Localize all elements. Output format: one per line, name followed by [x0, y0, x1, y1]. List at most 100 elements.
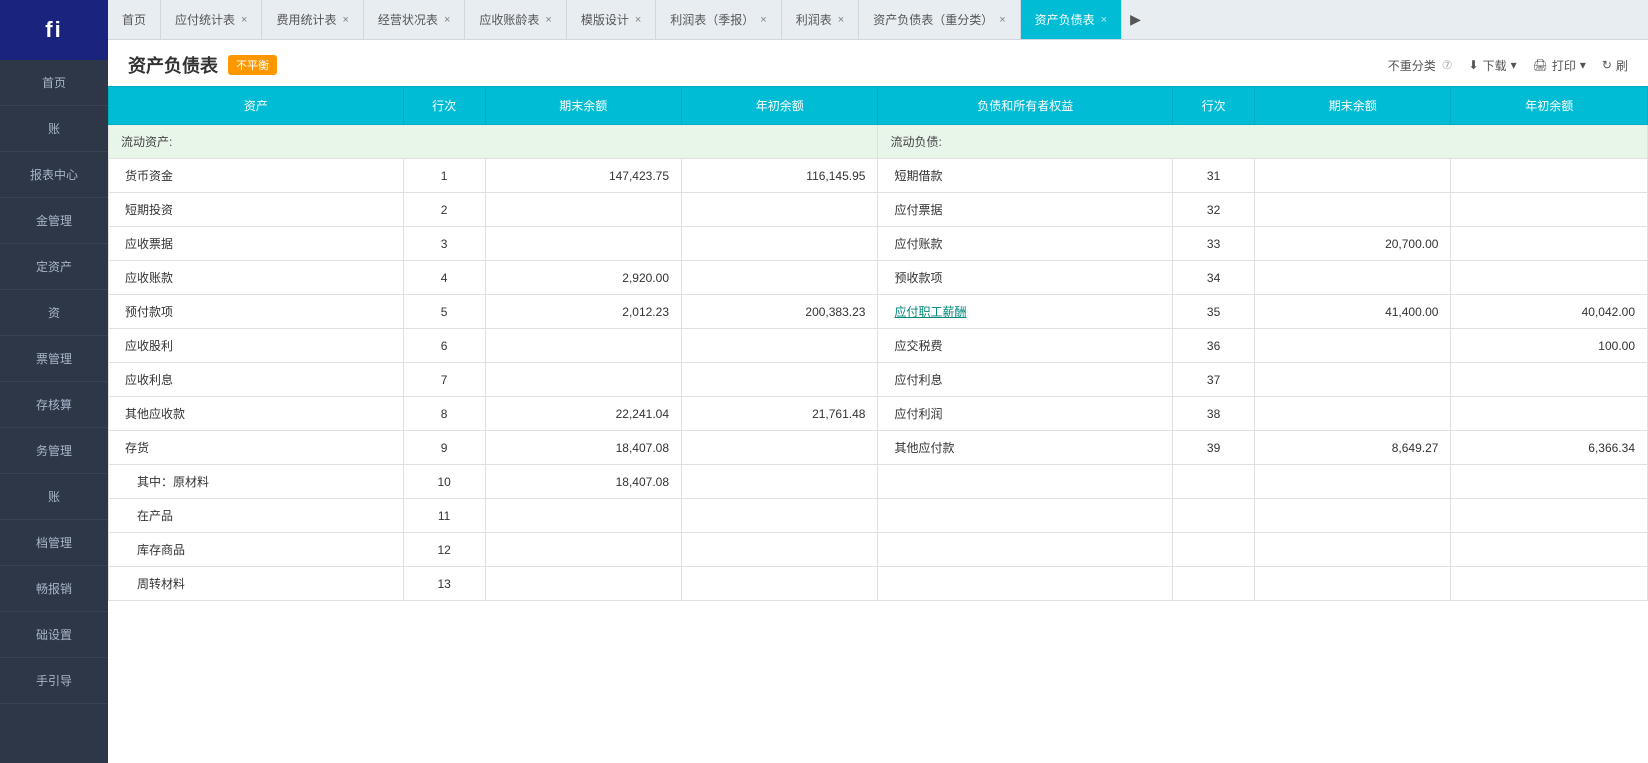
tab-payable[interactable]: 应付统计表 ×: [161, 0, 262, 40]
tab-template[interactable]: 模版设计 ×: [567, 0, 656, 40]
asset-name[interactable]: 其他应收款: [109, 397, 404, 431]
help-icon[interactable]: ⑦: [1442, 58, 1453, 72]
refresh-label: 刷: [1616, 57, 1628, 74]
sidebar-item-basic[interactable]: 础设置: [0, 612, 108, 658]
asset-name: 周转材料: [109, 567, 404, 601]
asset-end-balance: [485, 499, 681, 533]
liability-row-num: 32: [1173, 193, 1255, 227]
liability-name: 短期借款: [878, 159, 1173, 193]
sidebar-item-home[interactable]: 首页: [0, 60, 108, 106]
table-row: 应收股利 6 应交税费 36 100.00: [109, 329, 1648, 363]
tab-home[interactable]: 首页: [108, 0, 161, 40]
sidebar-item-account[interactable]: 账: [0, 106, 108, 152]
unbalanced-badge: 不平衡: [228, 55, 277, 75]
asset-start-balance: 21,761.48: [682, 397, 878, 431]
tab-receivable-age[interactable]: 应收账龄表 ×: [465, 0, 566, 40]
tab-close-expense[interactable]: ×: [342, 14, 348, 26]
header-end-balance2: 期末余额: [1255, 87, 1451, 125]
table-row: 货币资金 1 147,423.75 116,145.95 短期借款 31: [109, 159, 1648, 193]
asset-start-balance: [682, 431, 878, 465]
asset-name[interactable]: 其中：原材料: [109, 465, 404, 499]
asset-name[interactable]: 货币资金: [109, 159, 404, 193]
asset-name: 库存商品: [109, 533, 404, 567]
section-liability-label: 流动负债:: [878, 125, 1648, 159]
balance-sheet-table: 资产 行次 期末余额 年初余额 负债和所有者权益 行次 期末余额 年初余额 流动…: [108, 86, 1648, 601]
liability-name: [878, 533, 1173, 567]
page-title: 资产负债表: [128, 52, 218, 78]
liability-name: 应付利润: [878, 397, 1173, 431]
liability-name[interactable]: 应付职工薪酬: [878, 295, 1173, 329]
liability-row-num: 36: [1173, 329, 1255, 363]
liability-start-balance: 100.00: [1451, 329, 1648, 363]
asset-name[interactable]: 应收账款: [109, 261, 404, 295]
sidebar-item-tax[interactable]: 务管理: [0, 428, 108, 474]
tab-expense[interactable]: 费用统计表 ×: [262, 0, 363, 40]
asset-row-num: 10: [403, 465, 485, 499]
liability-start-balance: 6,366.34: [1451, 431, 1648, 465]
asset-name[interactable]: 预付款项: [109, 295, 404, 329]
asset-start-balance: 200,383.23: [682, 295, 878, 329]
liability-start-balance: 40,042.00: [1451, 295, 1648, 329]
sidebar-item-invest[interactable]: 资: [0, 290, 108, 336]
tab-scroll-arrow[interactable]: ▶: [1122, 0, 1149, 40]
page-header: 资产负债表 不平衡 不重分类 ⑦ ⬇ 下载 ▾ 🖨 打印 ▾: [108, 40, 1648, 86]
tab-operation[interactable]: 经营状况表 ×: [364, 0, 465, 40]
table-row: 应收利息 7 应付利息 37: [109, 363, 1648, 397]
content-area: 资产负债表 不平衡 不重分类 ⑦ ⬇ 下载 ▾ 🖨 打印 ▾: [108, 40, 1648, 763]
tab-balance-reclassify[interactable]: 资产负债表（重分类） ×: [859, 0, 1020, 40]
liability-start-balance: [1451, 159, 1648, 193]
table-row: 周转材料 13: [109, 567, 1648, 601]
tab-close-balance[interactable]: ×: [1101, 14, 1107, 26]
sidebar-item-doc[interactable]: 档管理: [0, 520, 108, 566]
asset-row-num: 13: [403, 567, 485, 601]
asset-row-num: 7: [403, 363, 485, 397]
asset-name[interactable]: 存货: [109, 431, 404, 465]
tab-close-profit-q[interactable]: ×: [760, 14, 766, 26]
liability-start-balance: [1451, 465, 1648, 499]
asset-start-balance: [682, 329, 878, 363]
asset-row-num: 5: [403, 295, 485, 329]
app-logo: fi: [0, 0, 108, 60]
sidebar-item-inventory[interactable]: 存核算: [0, 382, 108, 428]
asset-end-balance: 2,920.00: [485, 261, 681, 295]
liability-name: 应付账款: [878, 227, 1173, 261]
tab-close-profit[interactable]: ×: [838, 14, 844, 26]
refresh-button[interactable]: ↻ 刷: [1602, 57, 1628, 74]
asset-name: 应收利息: [109, 363, 404, 397]
asset-end-balance: [485, 193, 681, 227]
liability-name: 应付利息: [878, 363, 1173, 397]
tab-close-operation[interactable]: ×: [444, 14, 450, 26]
sidebar-item-guide[interactable]: 手引导: [0, 658, 108, 704]
liability-name: 其他应付款: [878, 431, 1173, 465]
liability-row-num: [1173, 567, 1255, 601]
asset-start-balance: [682, 533, 878, 567]
category-label: 不重分类: [1388, 57, 1436, 74]
tab-close-receivable-age[interactable]: ×: [545, 14, 551, 26]
liability-end-balance: [1255, 533, 1451, 567]
liability-start-balance: [1451, 227, 1648, 261]
asset-start-balance: [682, 465, 878, 499]
asset-end-balance: 18,407.08: [485, 465, 681, 499]
header-row-num: 行次: [403, 87, 485, 125]
sidebar-item-fixed-assets[interactable]: 定资产: [0, 244, 108, 290]
tab-close-template[interactable]: ×: [635, 14, 641, 26]
tab-balance[interactable]: 资产负债表 ×: [1021, 0, 1122, 40]
sidebar-item-ledger[interactable]: 账: [0, 474, 108, 520]
print-arrow-icon: ▾: [1580, 58, 1586, 72]
download-button[interactable]: ⬇ 下载 ▾: [1469, 57, 1517, 74]
sidebar-item-cash-mgmt[interactable]: 金管理: [0, 198, 108, 244]
tab-close-payable[interactable]: ×: [241, 14, 247, 26]
liability-start-balance: [1451, 363, 1648, 397]
category-selector[interactable]: 不重分类 ⑦: [1388, 57, 1453, 74]
table-row: 预付款项 5 2,012.23 200,383.23 应付职工薪酬 35 41,…: [109, 295, 1648, 329]
liability-end-balance: 20,700.00: [1255, 227, 1451, 261]
download-icon: ⬇: [1469, 58, 1479, 72]
print-button[interactable]: 🖨 打印 ▾: [1533, 57, 1586, 74]
sidebar-item-invoice[interactable]: 票管理: [0, 336, 108, 382]
tab-profit-quarterly[interactable]: 利润表（季报） ×: [656, 0, 781, 40]
sidebar-item-report-center[interactable]: 报表中心: [0, 152, 108, 198]
tab-close-balance-r[interactable]: ×: [999, 14, 1005, 26]
tab-profit[interactable]: 利润表 ×: [782, 0, 859, 40]
asset-start-balance: [682, 227, 878, 261]
sidebar-item-expense[interactable]: 畅报销: [0, 566, 108, 612]
